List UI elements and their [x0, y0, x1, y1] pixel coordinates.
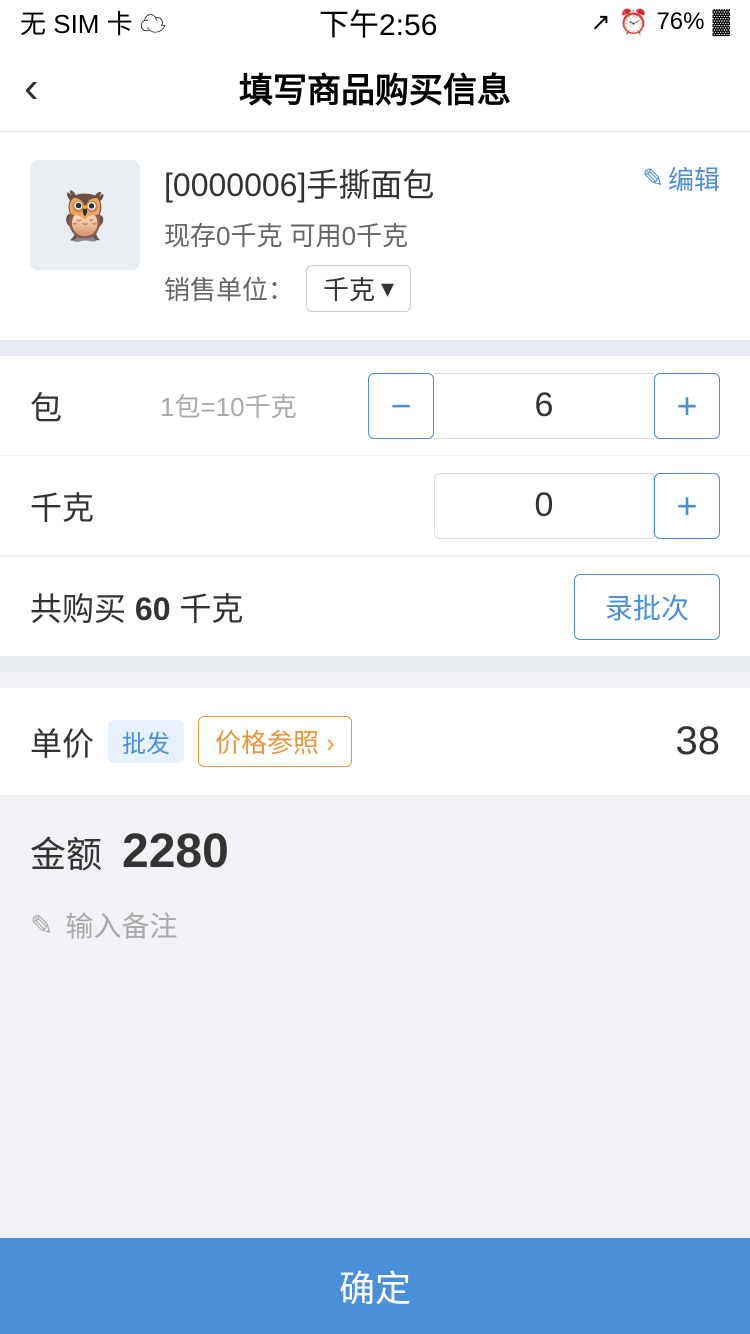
bao-section: 包 1包=10千克 − + 千克 + 共购买 60 千克 录批次 [0, 356, 750, 656]
purchase-unit-val: 千克 [179, 591, 243, 627]
edit-label: 编辑 [668, 160, 720, 197]
confirm-label: 确定 [339, 1260, 411, 1312]
amount-row: 金额 2280 [30, 824, 720, 879]
price-section: 单价 批发 价格参照 › 38 [0, 688, 750, 796]
bao-row: 包 1包=10千克 − + [0, 356, 750, 456]
page-title: 填写商品购买信息 [239, 63, 511, 112]
bao-input[interactable] [434, 373, 654, 439]
product-card: 🦉 [0000006]手撕面包 现存0千克 可用0千克 销售单位： 千克 ▾ ✎… [0, 132, 750, 340]
bao-plus-button[interactable]: + [654, 373, 720, 439]
dropdown-icon: ▾ [381, 273, 394, 304]
separator-1 [0, 340, 750, 356]
bao-hint: 1包=10千克 [160, 387, 297, 424]
kg-plus-button[interactable]: + [654, 473, 720, 539]
main-content: 🦉 [0000006]手撕面包 现存0千克 可用0千克 销售单位： 千克 ▾ ✎… [0, 132, 750, 1238]
purchase-summary: 共购买 60 千克 [30, 584, 243, 630]
battery-icon: ▓ [713, 8, 731, 36]
battery-label: 76% [656, 8, 704, 36]
unit-selector[interactable]: 千克 ▾ [306, 265, 411, 312]
sim-label: 无 SIM 卡 ☁ [20, 4, 166, 41]
edit-icon: ✎ [642, 163, 664, 194]
kg-row: 千克 + [0, 456, 750, 556]
remark-row[interactable]: ✎ 输入备注 [30, 895, 720, 975]
back-button[interactable]: ‹ [24, 66, 39, 110]
amount-section: 金额 2280 ✎ 输入备注 [0, 796, 750, 975]
purchase-prefix: 共购买 [30, 591, 126, 627]
record-batch-button[interactable]: 录批次 [574, 574, 720, 640]
amount-label: 金额 [30, 826, 102, 878]
status-time: 下午2:56 [319, 0, 437, 44]
separator-2 [0, 656, 750, 672]
product-stock: 现存0千克 可用0千克 [164, 216, 720, 253]
bao-label: 包 [30, 383, 150, 429]
edit-button[interactable]: ✎ 编辑 [642, 160, 720, 197]
amount-value: 2280 [122, 824, 229, 879]
nav-bar: ‹ 填写商品购买信息 [0, 44, 750, 132]
kg-label: 千克 [30, 483, 150, 529]
alarm-icon: ⏰ [619, 8, 649, 37]
status-bar: 无 SIM 卡 ☁ 下午2:56 ↗ ⏰ 76% ▓ [0, 0, 750, 44]
remark-text: 输入备注 [65, 905, 177, 945]
product-name: [0000006]手撕面包 [164, 160, 720, 206]
pifa-badge: 批发 [108, 720, 184, 763]
price-row: 单价 批发 价格参照 › 38 [0, 688, 750, 796]
status-left: 无 SIM 卡 ☁ [20, 4, 166, 41]
remark-icon: ✎ [30, 909, 53, 942]
kg-input[interactable] [434, 473, 654, 539]
product-info: [0000006]手撕面包 现存0千克 可用0千克 销售单位： 千克 ▾ [164, 160, 720, 312]
confirm-button[interactable]: 确定 [0, 1238, 750, 1334]
price-label: 单价 [30, 719, 94, 765]
product-logo-icon: 🦉 [55, 187, 115, 244]
unit-label: 销售单位： [164, 270, 294, 307]
price-value: 38 [676, 719, 721, 764]
kg-controls: + [434, 473, 720, 539]
purchase-row: 共购买 60 千克 录批次 [0, 556, 750, 656]
location-icon: ↗ [590, 8, 610, 37]
purchase-qty-val: 60 [135, 591, 171, 627]
price-ref-button[interactable]: 价格参照 › [198, 716, 352, 767]
bao-controls: − + [368, 373, 720, 439]
content-spacer [0, 975, 750, 1238]
product-image: 🦉 [30, 160, 140, 270]
status-right: ↗ ⏰ 76% ▓ [590, 8, 730, 37]
product-unit-row: 销售单位： 千克 ▾ [164, 265, 720, 312]
unit-value: 千克 [323, 270, 375, 307]
bao-minus-button[interactable]: − [368, 373, 434, 439]
